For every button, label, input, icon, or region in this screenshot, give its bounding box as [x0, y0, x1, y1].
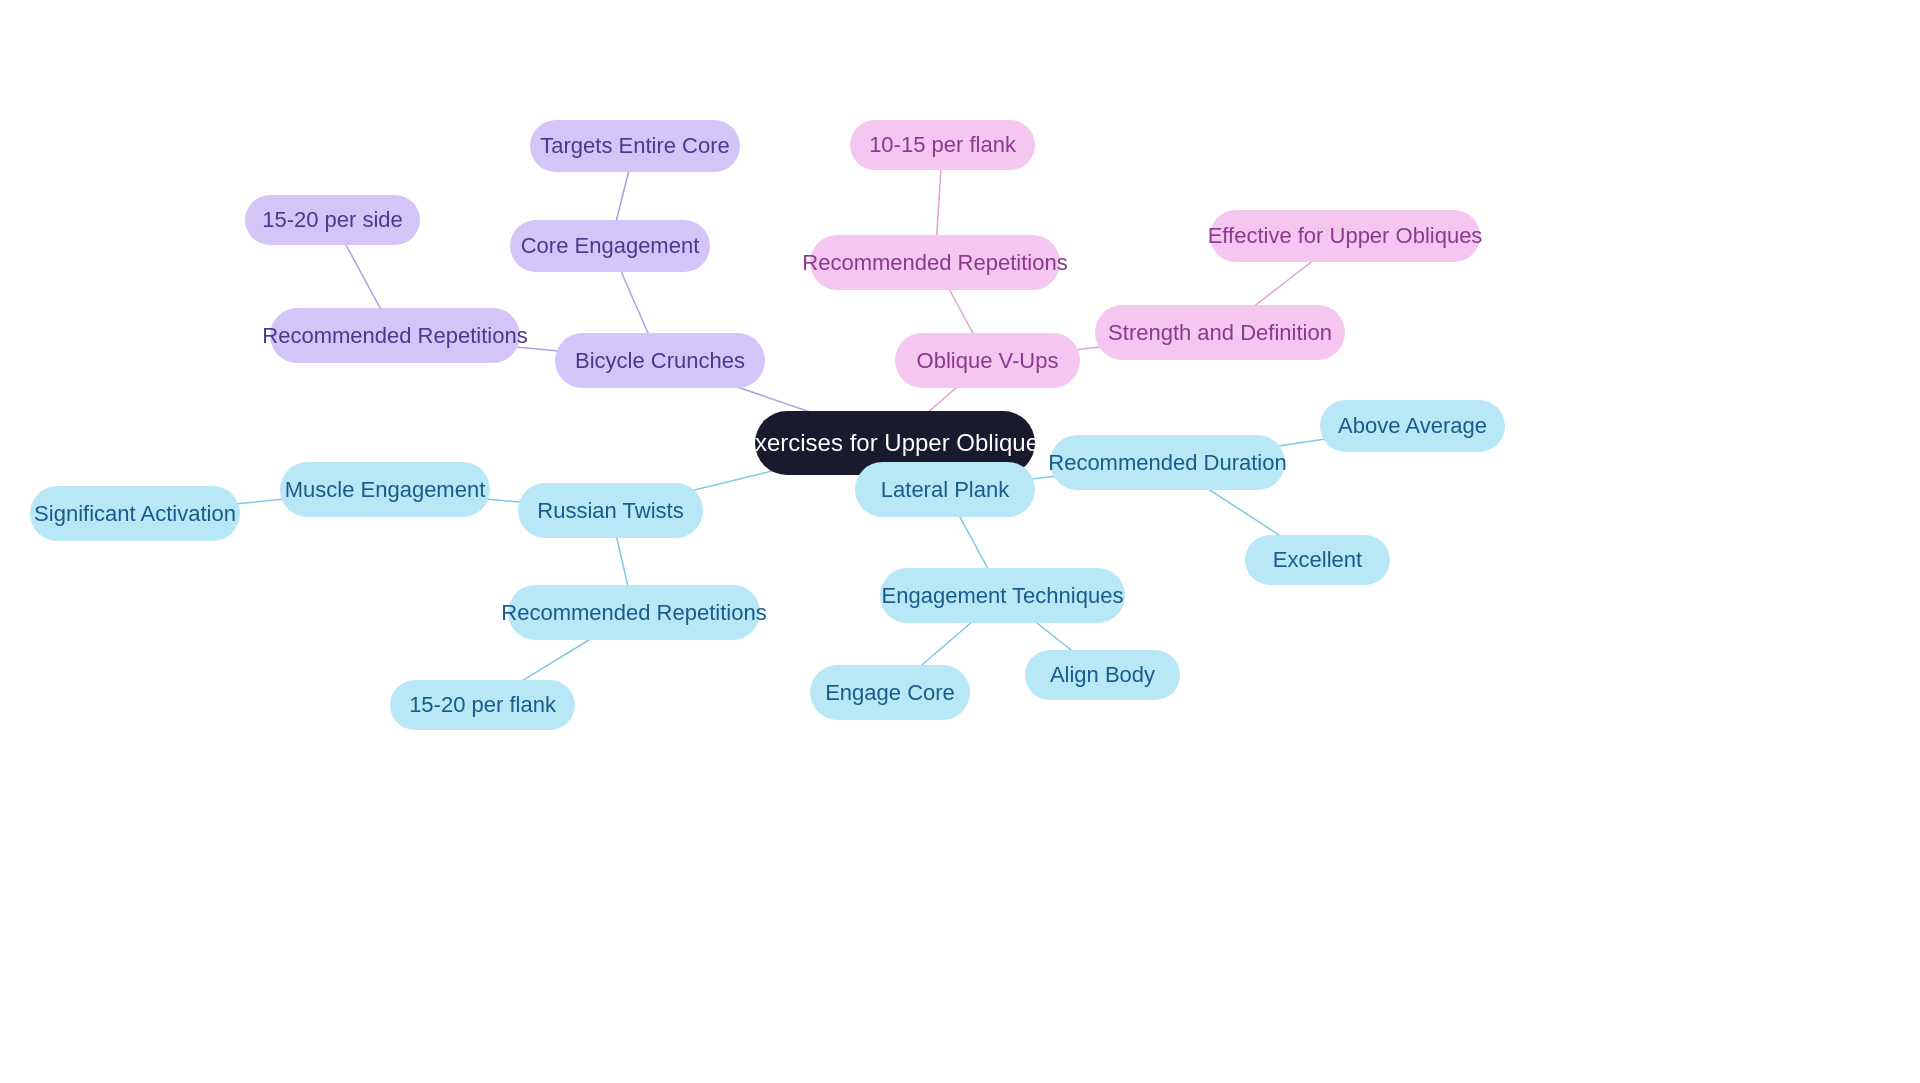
node-label-effective_upper_obliques: Effective for Upper Obliques — [1208, 223, 1483, 249]
node-label-targets_entire_core: Targets Entire Core — [540, 133, 730, 159]
node-label-align_body: Align Body — [1050, 662, 1155, 688]
node-targets_entire_core[interactable]: Targets Entire Core — [530, 120, 740, 172]
node-recommended_reps_bicycle[interactable]: Recommended Repetitions — [270, 308, 520, 363]
node-recommended_reps_oblique[interactable]: Recommended Repetitions — [810, 235, 1060, 290]
node-engagement_techniques[interactable]: Engagement Techniques — [880, 568, 1125, 623]
node-label-per_flank_russian: 15-20 per flank — [409, 692, 556, 718]
node-above_average[interactable]: Above Average — [1320, 400, 1505, 452]
node-significant_activation[interactable]: Significant Activation — [30, 486, 240, 541]
node-bicycle_crunches[interactable]: Bicycle Crunches — [555, 333, 765, 388]
node-label-muscle_engagement: Muscle Engagement — [285, 477, 486, 503]
node-excellent[interactable]: Excellent — [1245, 535, 1390, 585]
node-label-recommended_reps_russian: Recommended Repetitions — [501, 600, 766, 626]
node-per_flank_russian[interactable]: 15-20 per flank — [390, 680, 575, 730]
node-strength_definition[interactable]: Strength and Definition — [1095, 305, 1345, 360]
node-label-core_engagement: Core Engagement — [521, 233, 700, 259]
node-label-russian_twists: Russian Twists — [537, 498, 683, 524]
node-label-excellent: Excellent — [1273, 547, 1362, 573]
node-lateral_plank[interactable]: Lateral Plank — [855, 462, 1035, 517]
node-recommended_duration[interactable]: Recommended Duration — [1050, 435, 1285, 490]
node-label-recommended_reps_oblique: Recommended Repetitions — [802, 250, 1067, 276]
node-label-lateral_plank: Lateral Plank — [881, 477, 1009, 503]
node-per_flank_oblique[interactable]: 10-15 per flank — [850, 120, 1035, 170]
node-label-recommended_duration: Recommended Duration — [1048, 450, 1286, 476]
node-label-oblique_vups: Oblique V-Ups — [917, 348, 1059, 374]
node-per_side_bicycle[interactable]: 15-20 per side — [245, 195, 420, 245]
node-label-above_average: Above Average — [1338, 413, 1487, 439]
mindmap-container: Exercises for Upper Obliques Bicycle Crun… — [0, 0, 1920, 1083]
node-core_engagement[interactable]: Core Engagement — [510, 220, 710, 272]
node-russian_twists[interactable]: Russian Twists — [518, 483, 703, 538]
node-engage_core[interactable]: Engage Core — [810, 665, 970, 720]
node-label-center: Exercises for Upper Obliques — [739, 429, 1051, 457]
node-label-bicycle_crunches: Bicycle Crunches — [575, 348, 745, 374]
node-align_body[interactable]: Align Body — [1025, 650, 1180, 700]
node-label-engagement_techniques: Engagement Techniques — [882, 583, 1124, 609]
node-muscle_engagement[interactable]: Muscle Engagement — [280, 462, 490, 517]
node-label-recommended_reps_bicycle: Recommended Repetitions — [262, 323, 527, 349]
node-label-per_flank_oblique: 10-15 per flank — [869, 132, 1016, 158]
node-oblique_vups[interactable]: Oblique V-Ups — [895, 333, 1080, 388]
node-effective_upper_obliques[interactable]: Effective for Upper Obliques — [1210, 210, 1480, 262]
node-label-engage_core: Engage Core — [825, 680, 955, 706]
node-recommended_reps_russian[interactable]: Recommended Repetitions — [508, 585, 760, 640]
node-label-per_side_bicycle: 15-20 per side — [262, 207, 403, 233]
node-label-strength_definition: Strength and Definition — [1108, 320, 1332, 346]
node-label-significant_activation: Significant Activation — [34, 501, 236, 527]
